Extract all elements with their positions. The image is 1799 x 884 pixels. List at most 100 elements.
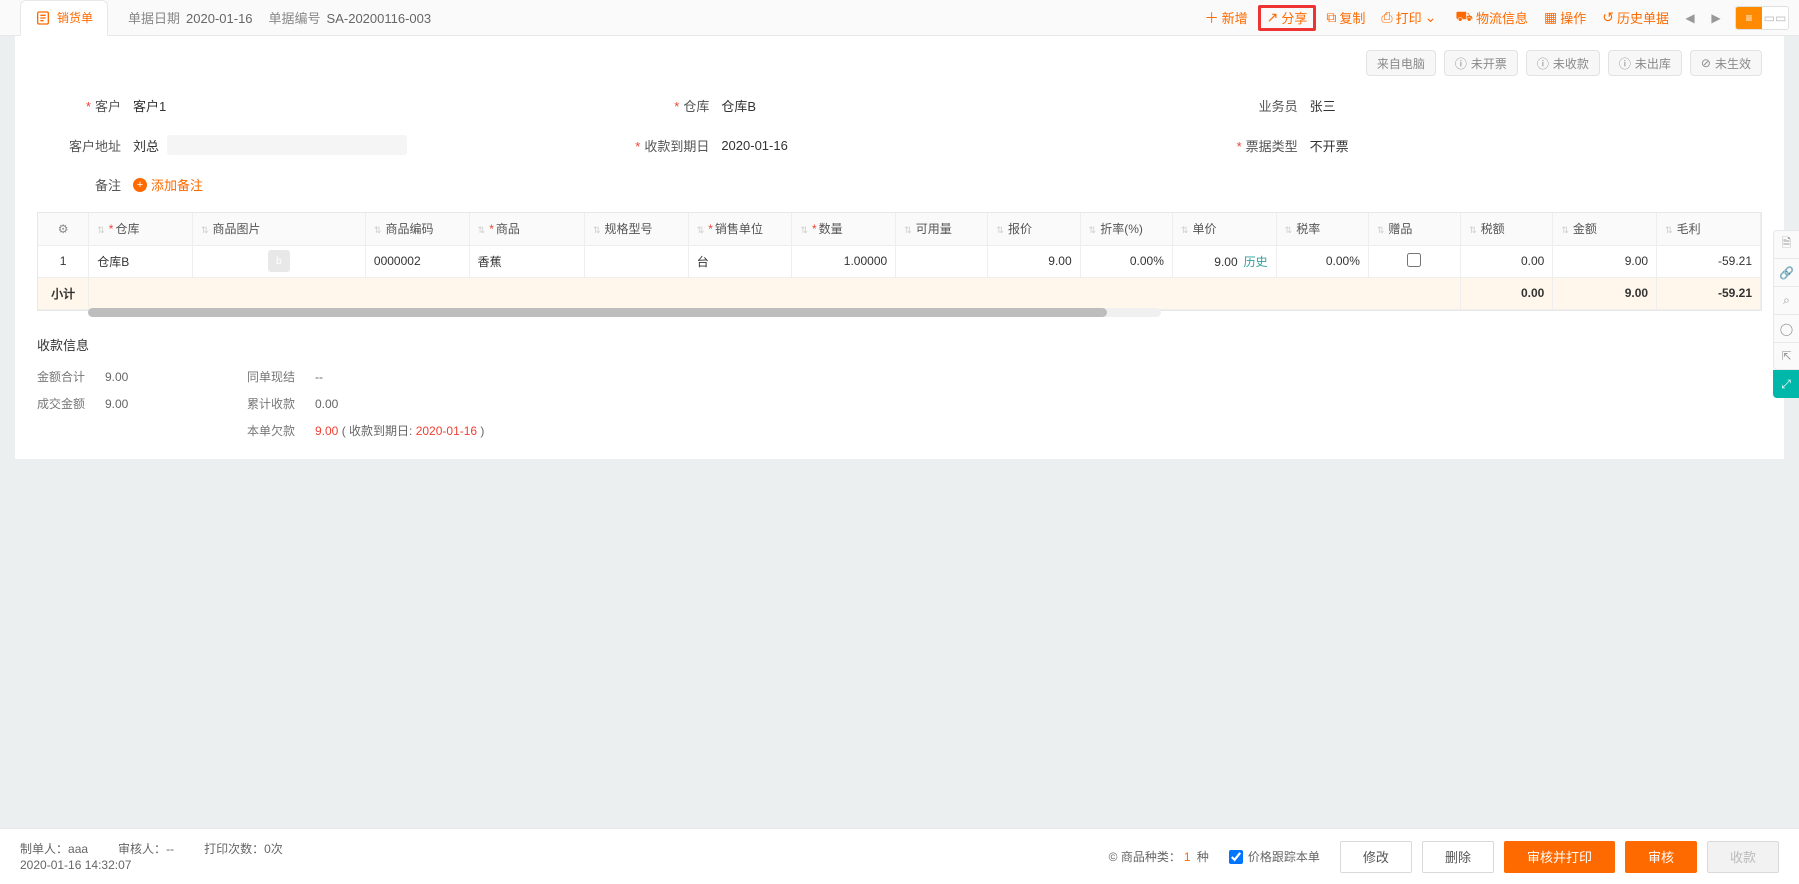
col-img[interactable]: ⇅商品图片: [192, 213, 365, 245]
print-icon: ⎙: [1381, 9, 1392, 26]
row-gift[interactable]: [1368, 245, 1460, 277]
row-tax: 0.00%: [1276, 245, 1368, 277]
row-avail: [896, 245, 988, 277]
doc-no: 单据编号SA-20200116-003: [269, 8, 432, 27]
subtotal-row: 小计 0.00 9.00 -59.21: [38, 277, 1761, 309]
prev-button[interactable]: ◀: [1679, 7, 1701, 29]
col-profit[interactable]: ⇅毛利: [1657, 213, 1761, 245]
field-warehouse: 仓库仓库B: [625, 96, 1173, 115]
table-row[interactable]: 1 仓库B b 0000002 香蕉 台 1.00000 9.00 0.00% …: [38, 245, 1761, 277]
redacted-area: [167, 135, 407, 155]
footer-timestamp: 2020-01-16 14:32:07: [20, 857, 283, 873]
add-note-button[interactable]: +添加备注: [133, 175, 203, 194]
link-icon: 🔗: [1779, 266, 1794, 280]
gift-checkbox[interactable]: [1407, 253, 1421, 267]
track-checkbox-input[interactable]: [1229, 850, 1243, 864]
row-spec: [584, 245, 688, 277]
row-profit: -59.21: [1657, 245, 1761, 277]
new-button[interactable]: ＋新增: [1199, 5, 1254, 31]
unshipped-pill: ⓘ未出库: [1608, 50, 1682, 76]
row-code: 0000002: [365, 245, 469, 277]
col-warehouse[interactable]: ⇅*仓库: [89, 213, 193, 245]
footer-auditor: 审核人：--: [118, 841, 174, 857]
logistics-button[interactable]: ⛟物流信息: [1449, 5, 1534, 31]
dock-expand-button[interactable]: ⤢: [1773, 370, 1799, 398]
col-discount[interactable]: ⇅折率(%): [1080, 213, 1172, 245]
product-image-icon: b: [268, 250, 290, 272]
price-history-link[interactable]: 历史: [1244, 255, 1268, 269]
price-track-checkbox[interactable]: 价格跟踪本单: [1229, 848, 1320, 865]
gear-icon: ⚙: [58, 222, 69, 236]
view-card-button[interactable]: ▭▭: [1762, 7, 1788, 29]
subtotal-amount: 9.00: [1553, 277, 1657, 309]
modify-button[interactable]: 修改: [1340, 841, 1412, 873]
share-button[interactable]: ↗分享: [1258, 5, 1317, 31]
dock-user-button[interactable]: ◯: [1773, 314, 1799, 342]
grid-icon: ▦: [1544, 9, 1557, 26]
view-list-button[interactable]: ≡: [1736, 7, 1762, 29]
tab-label: 销货单: [57, 9, 93, 26]
delete-button[interactable]: 删除: [1422, 841, 1494, 873]
received-amount: 累计收款0.00: [247, 395, 527, 412]
gear-column[interactable]: ⚙: [38, 213, 89, 245]
owed-amount: 本单欠款9.00 ( 收款到期日: 2020-01-16 ): [247, 422, 527, 439]
audit-print-button[interactable]: 审核并打印: [1504, 841, 1615, 873]
col-avail[interactable]: ⇅可用量: [896, 213, 988, 245]
tab-sales-order[interactable]: 销货单: [20, 0, 108, 36]
row-warehouse: 仓库B: [89, 245, 193, 277]
row-amount: 9.00: [1553, 245, 1657, 277]
info-icon: ⓘ: [1455, 55, 1467, 72]
history-icon: ↺: [1602, 9, 1614, 26]
col-quote[interactable]: ⇅报价: [988, 213, 1080, 245]
col-unit[interactable]: ⇅*销售单位: [688, 213, 792, 245]
dock-scan-button[interactable]: ⌕: [1773, 286, 1799, 314]
col-price[interactable]: ⇅单价: [1172, 213, 1276, 245]
subtotal-label: 小计: [38, 277, 89, 309]
doc-date: 单据日期2020-01-16: [128, 8, 253, 27]
copy-button[interactable]: ⧉复制: [1320, 5, 1371, 31]
truck-icon: ⛟: [1455, 8, 1473, 27]
next-button[interactable]: ▶: [1705, 7, 1727, 29]
scan-icon: ⌕: [1783, 293, 1790, 308]
dock-export-button[interactable]: ⇱: [1773, 342, 1799, 370]
row-quote: 9.00: [988, 245, 1080, 277]
footer-maker: 制单人：aaa: [20, 841, 88, 857]
export-icon: ⇱: [1781, 349, 1791, 363]
chevron-down-icon: ⌄: [1425, 9, 1437, 26]
row-unit: 台: [688, 245, 792, 277]
dock-note-button[interactable]: 🗎: [1773, 230, 1799, 258]
operate-button[interactable]: ▦操作: [1538, 5, 1592, 31]
history-button[interactable]: ↺历史单据: [1596, 5, 1675, 31]
row-index: 1: [38, 245, 89, 277]
field-due: 收款到期日2020-01-16: [625, 135, 1173, 155]
unpaid-pill: ⓘ未收款: [1526, 50, 1600, 76]
dock-link-button[interactable]: 🔗: [1773, 258, 1799, 286]
col-tax[interactable]: ⇅税率: [1276, 213, 1368, 245]
source-pill: 来自电脑: [1366, 50, 1436, 76]
col-spec[interactable]: ⇅规格型号: [584, 213, 688, 245]
col-amount[interactable]: ⇅金额: [1553, 213, 1657, 245]
deal-amount: 成交金额9.00: [37, 395, 217, 412]
row-product: 香蕉: [469, 245, 584, 277]
col-qty[interactable]: ⇅*数量: [792, 213, 896, 245]
info-icon: ⓘ: [1537, 55, 1549, 72]
footer-kind: © 商品种类：1 种: [1109, 848, 1209, 865]
row-discount: 0.00%: [1080, 245, 1172, 277]
col-gift[interactable]: ⇅赠品: [1368, 213, 1460, 245]
col-taxamt[interactable]: ⇅税额: [1461, 213, 1553, 245]
plus-icon: ＋: [1205, 8, 1219, 28]
share-icon: ↗: [1267, 9, 1279, 26]
cash-settle: 同单现结--: [247, 368, 527, 385]
col-code[interactable]: ⇅商品编码: [365, 213, 469, 245]
row-img: b: [192, 245, 365, 277]
sales-order-icon: [35, 10, 51, 26]
horizontal-scrollbar[interactable]: [88, 308, 1161, 317]
payment-section-title: 收款信息: [37, 335, 1762, 354]
audit-button[interactable]: 审核: [1625, 841, 1697, 873]
row-price: 9.00历史: [1172, 245, 1276, 277]
row-qty: 1.00000: [792, 245, 896, 277]
note-icon: 🗎: [1782, 234, 1792, 255]
print-button[interactable]: ⎙打印⌄: [1375, 5, 1445, 31]
plus-circle-icon: +: [133, 178, 147, 192]
col-product[interactable]: ⇅*商品: [469, 213, 584, 245]
